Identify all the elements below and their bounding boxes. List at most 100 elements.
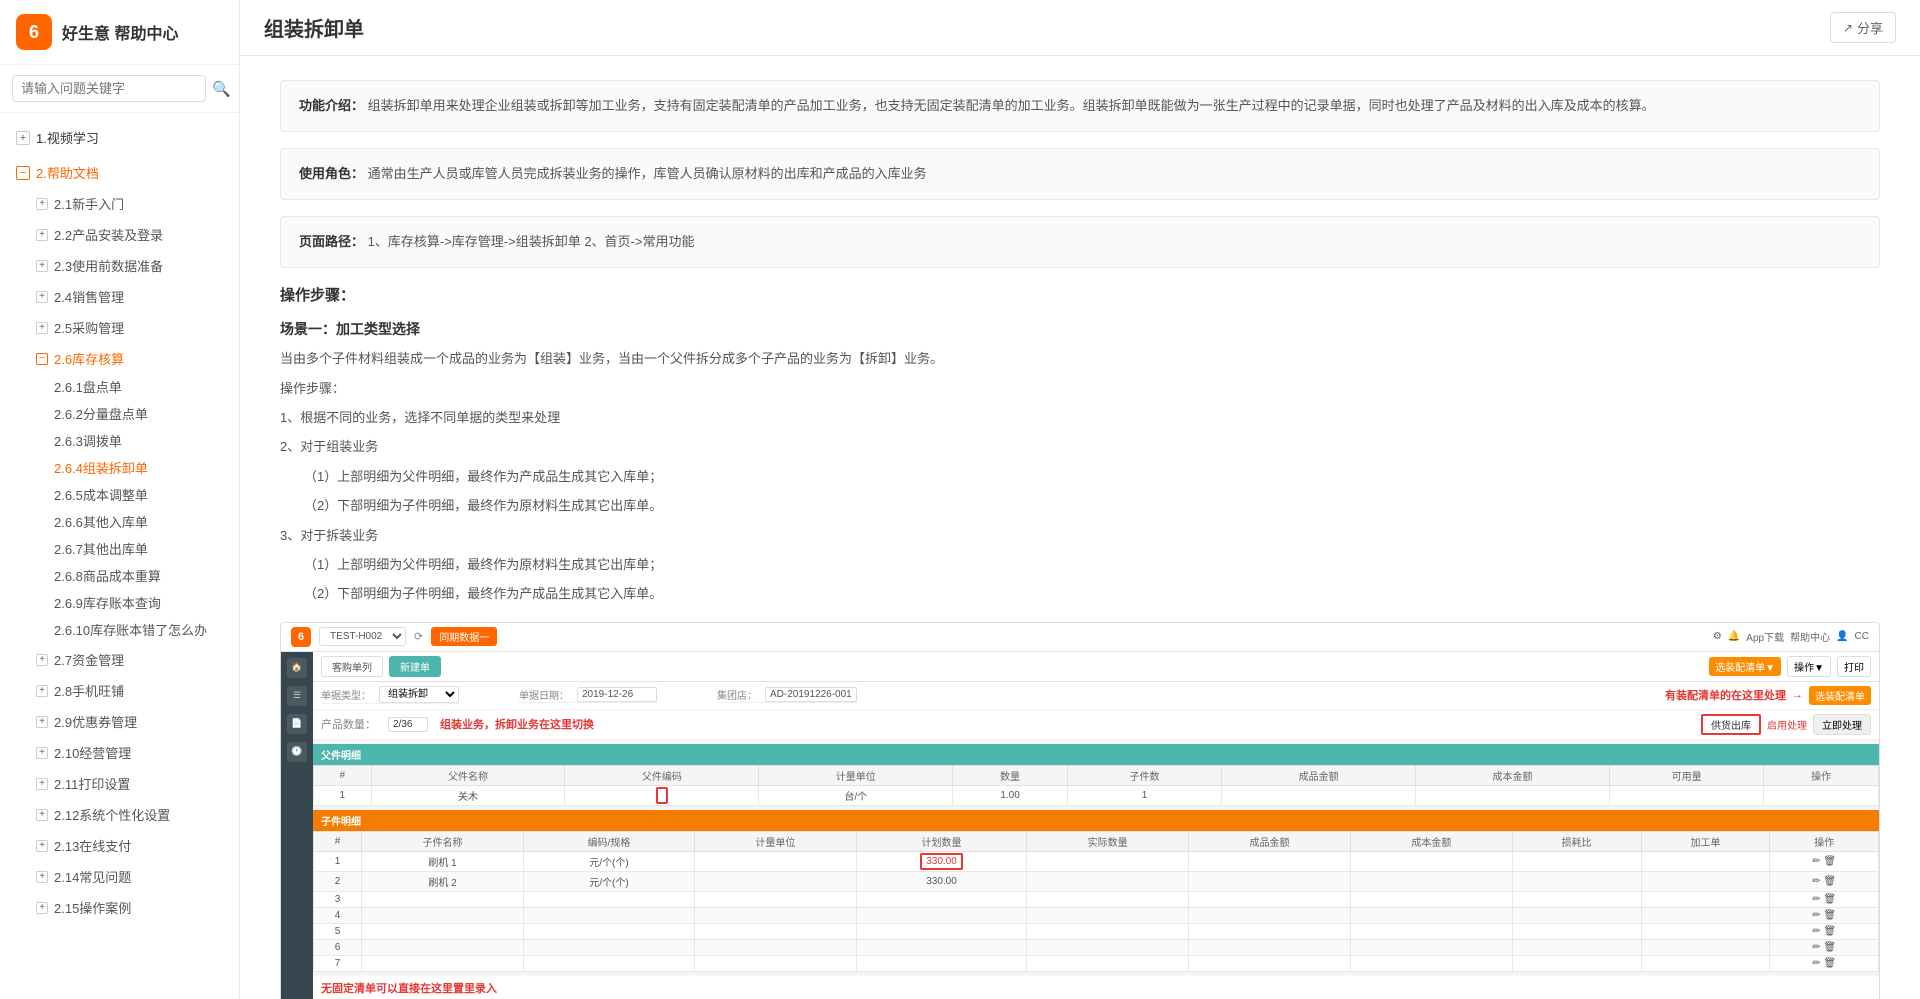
nav-group-video-title[interactable]: + 1.视频学习 [0,121,239,154]
app-period-btn[interactable]: 同期数据一 [431,627,497,646]
app-icon-help: 帮助中心 [1790,629,1830,644]
nav-sub-group-27-title[interactable]: + 2.7资金管理 [36,645,239,674]
function-intro-text: 组装拆卸单用来处理企业组装或拆卸等加工业务，支持有固定装配清单的产品加工业务，也… [368,98,1655,113]
form-val-date: 2019-12-26 [577,687,657,702]
app-selector[interactable]: TEST-H002 [319,627,406,646]
table-row: 4✏ 🗑 [314,907,1879,923]
app-body: 🏠 ☰ 📄 🕐 客购单列 新建单 选装配清单▼ 操作▼ [281,652,1879,999]
path-block: 页面路径： 1、库存核算->库存管理->组装拆卸单 2、首页->常用功能 [280,216,1880,268]
app-tab-new[interactable]: 新建单 [389,656,441,677]
plan-qty-input[interactable]: 330.00 [920,853,963,870]
form-input-type[interactable]: 组装拆卸 [379,686,459,703]
nav-item-266[interactable]: 2.6.6其他入库单 [54,508,239,535]
app-toolbar: 客购单列 新建单 选装配清单▼ 操作▼ 打印 [313,652,1879,682]
share-label: 分享 [1857,18,1883,37]
step3: 3、对于拆装业务 [280,524,1880,547]
table-row: 7✏ 🗑 [314,955,1879,971]
app-tab-list[interactable]: 客购单列 [321,656,383,677]
nav-item-267[interactable]: 2.6.7其他出库单 [54,535,239,562]
nav-sub-22-label: 2.2产品安装及登录 [54,225,163,244]
nav-sub-group-23: + 2.3使用前数据准备 [36,251,239,280]
nav-sub-group-28-title[interactable]: + 2.8手机旺铺 [36,676,239,705]
nav-sub-group-213-title[interactable]: + 2.13在线支付 [36,831,239,860]
td2-loss [1512,851,1641,871]
nav-sub-group-212: + 2.12系统个性化设置 [36,800,239,829]
td2-product [1189,871,1351,891]
nav-sub-group-212-title[interactable]: + 2.12系统个性化设置 [36,800,239,829]
form-row-2-container: 产品数量： 2/36 组装业务，拆卸业务在这里切换 供货出库 启用处理 立即处理 [313,710,1879,740]
form-val-qty: 2/36 [388,717,428,732]
form-label-date: 单据日期： [519,687,569,702]
app-btn2[interactable]: 操作▼ [1787,656,1831,677]
annotation-text-4: 无固定清单可以直接在这里置里录入 [321,980,497,996]
th2-no: # [314,831,362,851]
table-row: 2 刷机 2 元/个(个) 330.00 [314,871,1879,891]
nav-sub-211-label: 2.11打印设置 [54,774,130,793]
nav-sub-group-210-title[interactable]: + 2.10经营管理 [36,738,239,767]
plus-icon: + [36,871,48,883]
app-sidebar-icon-list[interactable]: ☰ [287,686,307,706]
nav-sub-group-21-title[interactable]: + 2.1新手入门 [36,189,239,218]
search-input[interactable] [12,75,206,102]
th2-ops: 操作 [1770,831,1879,851]
annotation-input-1[interactable]: 供货出库 [1701,714,1761,735]
nav-item-261[interactable]: 2.6.1盘点单 [54,373,239,400]
nav-sub-group-29-title[interactable]: + 2.9优惠券管理 [36,707,239,736]
nav-sub-group-214-title[interactable]: + 2.14常见问题 [36,862,239,891]
app-sidebar-icon-home[interactable]: 🏠 [287,658,307,678]
nav-item-265[interactable]: 2.6.5成本调整单 [54,481,239,508]
app-table-1-header: 父件明细 [313,744,1879,765]
app-sidebar-icon-file[interactable]: 📄 [287,714,307,734]
th2-loss-ratio: 损耗比 [1512,831,1641,851]
parent-code-input[interactable] [656,787,668,804]
nav-sub-group-24-title[interactable]: + 2.4销售管理 [36,282,239,311]
nav-sub-group-27: + 2.7资金管理 [36,645,239,674]
annotation-btn-1[interactable]: 选装配清单 [1809,686,1871,705]
nav-sub-group-211-title[interactable]: + 2.11打印设置 [36,769,239,798]
nav-group-docs-title[interactable]: − 2.帮助文档 [0,156,239,189]
annotation-text-2: 组装业务，拆卸业务在这里切换 [440,716,594,732]
app-sidebar-icon-clock[interactable]: 🕐 [287,742,307,762]
main-content: 功能介绍： 组装拆卸单用来处理企业组装或拆卸等加工业务，支持有固定装配清单的产品… [240,56,1920,999]
nav-sub-27-label: 2.7资金管理 [54,650,124,669]
nav-item-263[interactable]: 2.6.3调拨单 [54,427,239,454]
role-intro-text: 通常由生产人员或库管人员完成拆装业务的操作，库管人员确认原材料的出库和产成品的入… [368,166,927,181]
steps-intro: 操作步骤： [280,377,1880,400]
table-row: 1 刷机 1 元/个(个) 330.00 [314,851,1879,871]
annotation-4-area: 无固定清单可以直接在这里置里录入 [313,976,1879,999]
nav-sub-group-28: + 2.8手机旺铺 [36,676,239,705]
nav-sub-group-22-title[interactable]: + 2.2产品安装及登录 [36,220,239,249]
th-qty: 数量 [953,765,1068,785]
nav-sub-sub-list-26: 2.6.1盘点单 2.6.2分量盘点单 2.6.3调拨单 2.6.4组装拆卸单 … [36,373,239,643]
nav-item-264[interactable]: 2.6.4组装拆卸单 [54,454,239,481]
step3-sub2: （2）下部明细为子件明细，最终作为产成品生成其它入库单。 [304,582,1880,605]
app-action-btn[interactable]: 选装配清单▼ [1709,657,1781,676]
annotation-btn-3[interactable]: 立即处理 [1813,714,1871,735]
td2-work [1641,871,1770,891]
annotation-row-1: 单据类型： 组装拆卸 单据日期： 2019-12-26 [313,682,1879,710]
sidebar-logo: 6 好生意 帮助中心 [0,0,239,65]
app-btn3[interactable]: 打印 [1837,656,1871,677]
nav-sub-group-23-title[interactable]: + 2.3使用前数据准备 [36,251,239,280]
nav-sub-212-label: 2.12系统个性化设置 [54,805,170,824]
nav-sub-group-25-title[interactable]: + 2.5采购管理 [36,313,239,342]
search-button[interactable]: 🔍 [212,80,231,98]
plus-icon: + [36,778,48,790]
nav-sub-group-215-title[interactable]: + 2.15操作案例 [36,893,239,922]
path-text: 1、库存核算->库存管理->组装拆卸单 2、首页->常用功能 [368,234,695,249]
th2-actual-qty: 实际数量 [1027,831,1189,851]
td-child-count-val: 1 [1067,785,1221,805]
share-button[interactable]: ↗ 分享 [1830,12,1896,43]
nav-item-262[interactable]: 2.6.2分量盘点单 [54,400,239,427]
table-row: 3✏ 🗑 [314,891,1879,907]
th2-unit: 计量单位 [694,831,856,851]
nav-sub-group-26-title[interactable]: − 2.6库存核算 [36,344,239,373]
nav-sub-215-label: 2.15操作案例 [54,898,131,917]
form-group-1: 单据类型： 组装拆卸 [321,686,459,704]
nav-item-2610[interactable]: 2.6.10库存账本错了怎么办 [54,616,239,643]
nav-sub-26-label: 2.6库存核算 [54,349,124,368]
td2-plan: 330.00 [856,851,1026,871]
form-label-qty: 产品数量： [321,716,376,732]
nav-item-268[interactable]: 2.6.8商品成本重算 [54,562,239,589]
nav-item-269[interactable]: 2.6.9库存账本查询 [54,589,239,616]
